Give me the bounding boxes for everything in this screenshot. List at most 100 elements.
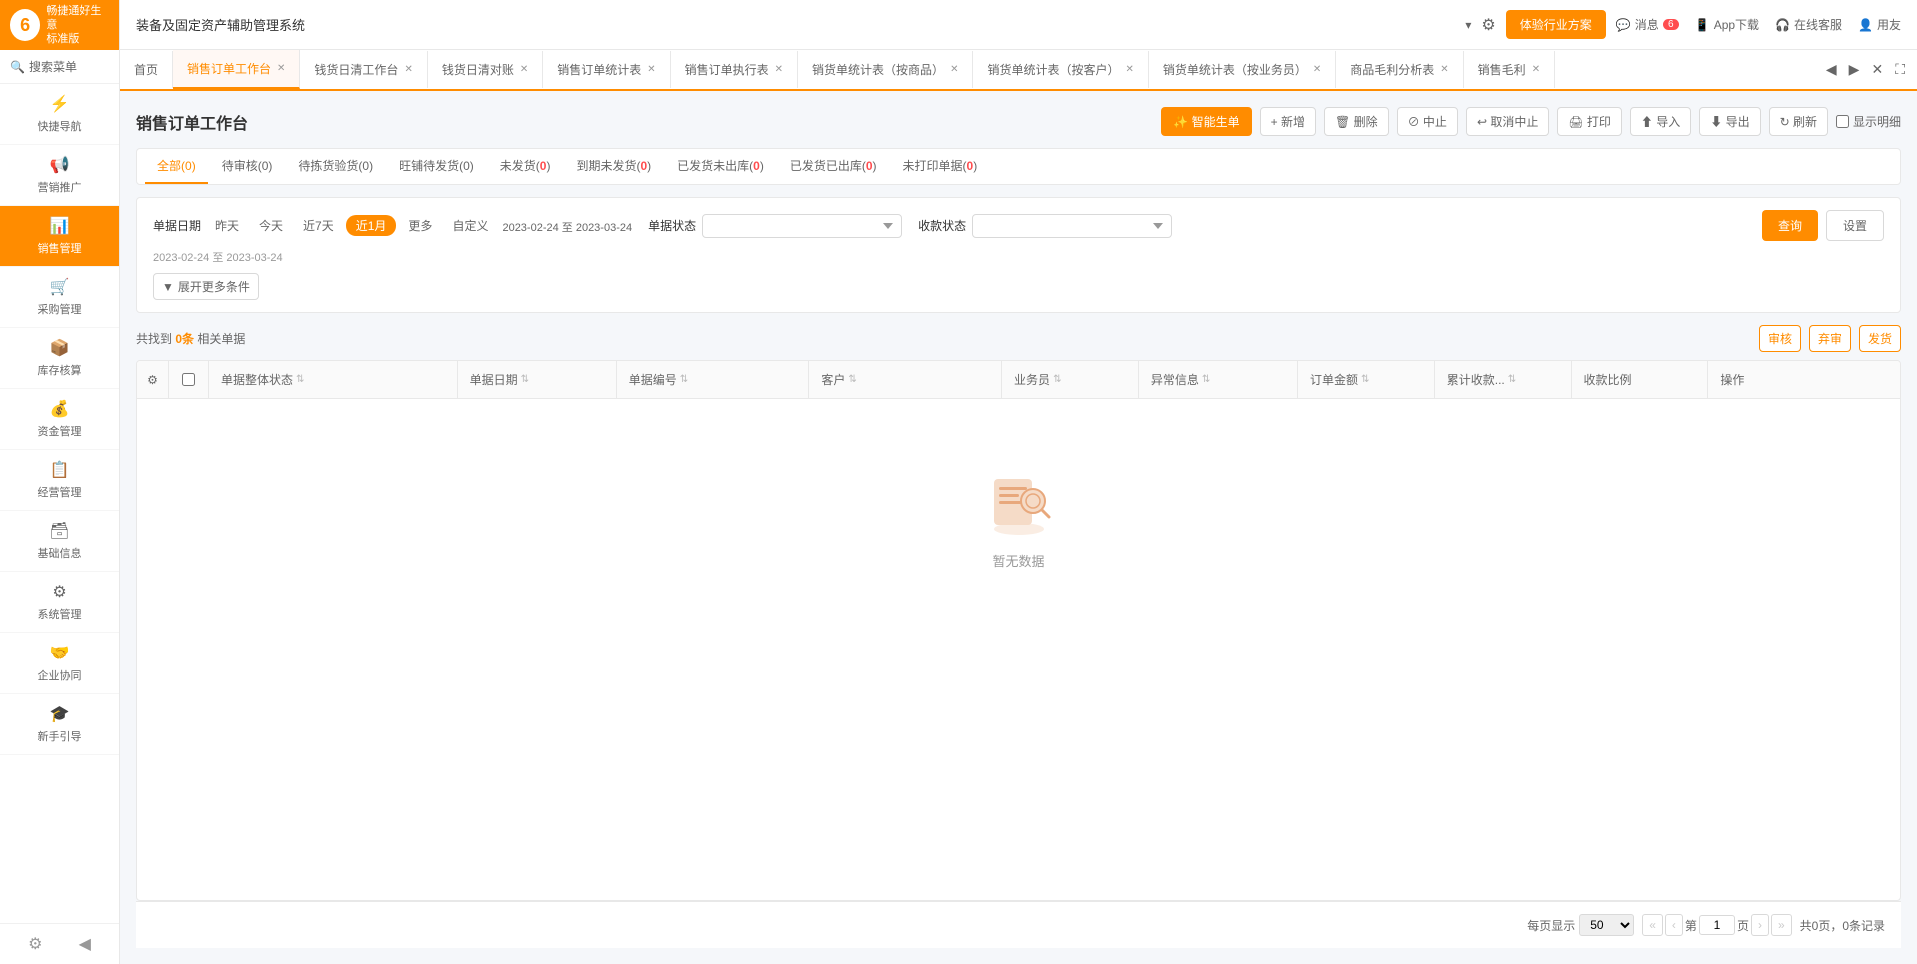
smart-create-btn[interactable]: ✨ 智能生单 [1161,107,1251,136]
tab-sales-sum-customer[interactable]: 销货单统计表（按客户）✕ [973,51,1148,88]
sort-staff-icon[interactable]: ⇅ [1053,374,1061,385]
topbar-app-download[interactable]: 📱 App下载 [1695,16,1759,33]
sidebar-item-newbie[interactable]: 🎓新手引导 [0,694,119,755]
filter-tab-pending_inspect[interactable]: 待拣货验货(0) [286,149,385,184]
topbar-online-service[interactable]: 🎧 在线客服 [1775,16,1842,33]
setting-btn[interactable]: 设置 [1826,210,1884,241]
per-page-select[interactable]: 50 100 200 [1579,914,1634,936]
status-select[interactable] [702,214,902,238]
topbar-dropdown[interactable]: ▾ [1465,18,1471,32]
cancel-suspend-btn[interactable]: ↩ 取消中止 [1466,107,1549,136]
tab-product-margin[interactable]: 商品毛利分析表✕ [1336,51,1463,88]
tab-close-icon[interactable]: ✕ [950,64,958,75]
date-option-more[interactable]: 更多 [400,215,440,236]
refresh-btn[interactable]: ↻ 刷新 [1769,107,1828,136]
filter-tab-shipped_not_out[interactable]: 已发货未出库(0) [665,149,776,184]
tab-sales-profit[interactable]: 销售毛利✕ [1464,51,1555,88]
batch-action-ship[interactable]: 发货 [1859,325,1901,352]
tab-home[interactable]: 首页 [120,51,173,88]
tab-close-all-btn[interactable]: ✕ [1867,57,1887,82]
sort-amount-icon[interactable]: ⇅ [1361,374,1369,385]
sidebar-collapse-btn[interactable]: ◀ [79,934,91,954]
tab-sales-order[interactable]: 销售订单工作台✕ [173,50,300,89]
filter-tab-wangpu_pending[interactable]: 旺铺待发货(0) [387,149,486,184]
tab-cash-reconcile[interactable]: 钱货日清对账✕ [428,51,543,88]
export-btn[interactable]: ⬇ 导出 [1699,107,1760,136]
filter-tab-not_shipped[interactable]: 未发货(0) [488,149,563,184]
page-next-btn[interactable]: › [1751,914,1769,936]
tab-sales-sum-staff[interactable]: 销货单统计表（按业务员）✕ [1149,51,1336,88]
batch-action-review[interactable]: 审核 [1759,325,1801,352]
show-detail-label[interactable]: 显示明细 [1836,113,1901,130]
batch-action-cancel_review[interactable]: 弃审 [1809,325,1851,352]
topbar-gear-icon[interactable]: ⚙ [1481,15,1495,35]
tab-sales-stat[interactable]: 销售订单统计表✕ [543,51,670,88]
tab-close-icon[interactable]: ✕ [277,63,285,74]
date-option-today[interactable]: 今天 [251,215,291,236]
tab-sales-exec[interactable]: 销售订单执行表✕ [671,51,798,88]
tab-close-icon[interactable]: ✕ [404,64,412,75]
sort-collected-icon[interactable]: ⇅ [1508,374,1516,385]
tab-close-icon[interactable]: ✕ [1440,64,1448,75]
sort-info-icon[interactable]: ⇅ [1202,374,1210,385]
page-prev-btn[interactable]: ‹ [1665,914,1683,936]
tab-close-icon[interactable]: ✕ [1313,64,1321,75]
industry-btn[interactable]: 体验行业方案 [1506,10,1606,39]
filter-tab-pending_review[interactable]: 待审核(0) [210,149,285,184]
sidebar-item-purchase[interactable]: 🛒采购管理 [0,267,119,328]
sort-number-icon[interactable]: ⇅ [680,374,688,385]
tab-next-btn[interactable]: ▶ [1845,57,1864,82]
sidebar-item-inventory[interactable]: 📦库存核算 [0,328,119,389]
query-btn[interactable]: 查询 [1762,210,1818,241]
add-btn[interactable]: + 新增 [1260,107,1316,136]
suspend-btn[interactable]: ⊘ 中止 [1397,107,1458,136]
tab-close-icon[interactable]: ✕ [1125,64,1133,75]
expand-conditions-btn[interactable]: ▼ 展开更多条件 [153,273,259,300]
tab-cash-daily[interactable]: 钱货日清工作台✕ [300,51,427,88]
sort-customer-icon[interactable]: ⇅ [848,374,856,385]
filter-tab-expired_not_shipped[interactable]: 到期未发货(0) [564,149,663,184]
topbar-message[interactable]: 💬 消息 6 [1616,16,1679,33]
th-check[interactable] [169,361,209,398]
empty-icon [979,459,1059,539]
filter-tab-all[interactable]: 全部(0) [145,149,208,184]
tab-sales-sum-product[interactable]: 销货单统计表（按商品）✕ [798,51,973,88]
sidebar-item-operation[interactable]: 📋经营管理 [0,450,119,511]
tab-close-icon[interactable]: ✕ [775,64,783,75]
sidebar-item-basic[interactable]: 🗃基础信息 [0,511,119,572]
import-btn[interactable]: ⬆ 导入 [1630,107,1691,136]
sort-status-icon[interactable]: ⇅ [296,374,304,385]
sidebar-item-quick[interactable]: ⚡快捷导航 [0,84,119,145]
tab-close-icon[interactable]: ✕ [1532,64,1540,75]
tab-prev-btn[interactable]: ◀ [1822,57,1841,82]
date-option-yesterday[interactable]: 昨天 [207,215,247,236]
filter-tab-shipped_out[interactable]: 已发货已出库(0) [778,149,889,184]
sort-date-icon[interactable]: ⇅ [521,374,529,385]
page-last-btn[interactable]: » [1771,914,1792,936]
tab-close-icon[interactable]: ✕ [520,64,528,75]
th-settings[interactable]: ⚙ [137,361,169,398]
data-table: ⚙ 单据整体状态⇅ 单据日期⇅ 单据编号⇅ 客户⇅ 业务员⇅ 异常信息⇅ 订单金… [136,360,1901,901]
sidebar-item-search[interactable]: 🔍 搜索菜单 [0,50,119,84]
sidebar-item-enterprise[interactable]: 🤝企业协同 [0,633,119,694]
system-title: 装备及固定资产辅助管理系统 [136,15,1455,34]
select-all-checkbox[interactable] [182,373,195,386]
sidebar-item-system[interactable]: ⚙系统管理 [0,572,119,633]
topbar-user[interactable]: 👤 用友 [1858,16,1901,33]
page-number-input[interactable] [1699,915,1735,935]
show-detail-checkbox[interactable] [1836,115,1849,128]
date-option-last_month[interactable]: 近1月 [346,215,397,236]
sidebar-item-sales[interactable]: 📊销售管理 [0,206,119,267]
date-option-custom[interactable]: 自定义 [444,215,496,236]
sidebar-item-finance[interactable]: 💰资金管理 [0,389,119,450]
delete-btn[interactable]: 🗑 删除 [1324,107,1389,136]
page-first-btn[interactable]: « [1642,914,1663,936]
sidebar-item-marketing[interactable]: 📢营销推广 [0,145,119,206]
payment-select[interactable] [972,214,1172,238]
tab-fullscreen-btn[interactable]: ⛶ [1891,57,1909,82]
sidebar-settings-btn[interactable]: ⚙ [28,934,42,954]
date-option-last7[interactable]: 近7天 [295,215,342,236]
tab-close-icon[interactable]: ✕ [647,64,655,75]
filter-tab-not_printed[interactable]: 未打印单据(0) [891,149,990,184]
print-btn[interactable]: 🖨 打印 [1557,107,1622,136]
